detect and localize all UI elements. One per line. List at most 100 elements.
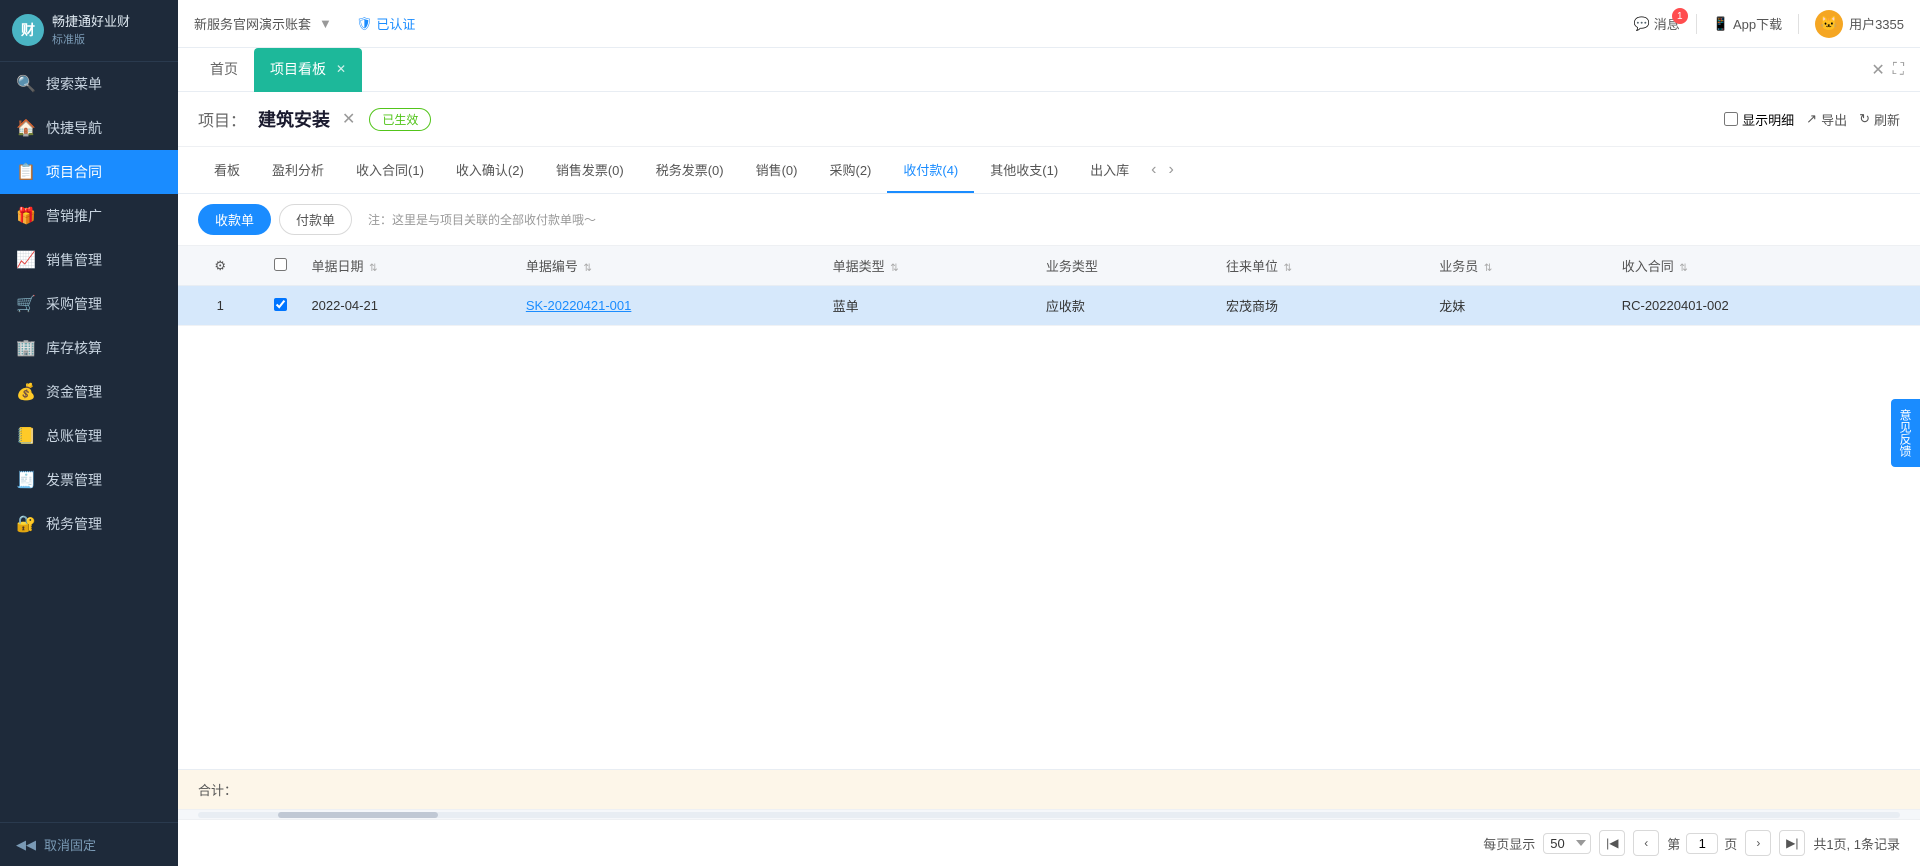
message-button[interactable]: 💬 消息 1 (1634, 14, 1680, 33)
refresh-icon: ↻ (1859, 111, 1870, 127)
close-window-icon[interactable]: ✕ (1871, 60, 1884, 80)
checkbox-col-header[interactable] (262, 246, 299, 286)
subnav-sales-invoice-label: 销售发票(0) (556, 160, 624, 179)
salesman-col-header[interactable]: 业务员 ⇅ (1427, 246, 1609, 286)
subnav-payment-label: 收付款(4) (903, 160, 958, 179)
sidebar-item-sales-mgmt[interactable]: 📈 销售管理 (0, 238, 178, 282)
counterpart-col-label: 往来单位 (1226, 259, 1278, 274)
app-download-button[interactable]: 📱 App下载 (1713, 14, 1782, 33)
sidebar-item-finance[interactable]: 💰 资金管理 (0, 370, 178, 414)
project-prefix: 项目： (198, 107, 246, 131)
main-area: 新服务官网演示账套 ▼ 🛡 已认证 💬 消息 1 📱 App下载 🐱 用户335… (178, 0, 1920, 866)
sidebar-item-quick-nav[interactable]: 🏠 快捷导航 (0, 106, 178, 150)
number-link[interactable]: SK-20220421-001 (526, 298, 632, 313)
show-detail-checkbox[interactable] (1724, 112, 1738, 126)
number-sort-icon[interactable]: ⇅ (583, 263, 591, 274)
table-row[interactable]: 1 2022-04-21 SK-20220421-001 蓝单 应收款 宏茂商场… (178, 286, 1920, 326)
counterpart-col-header[interactable]: 往来单位 ⇅ (1214, 246, 1427, 286)
biz-type-col-header: 业务类型 (1034, 246, 1214, 286)
subtab-receive[interactable]: 收款单 (198, 204, 271, 235)
subnav-tab-payment[interactable]: 收付款(4) (887, 147, 974, 193)
settings-icon[interactable]: ⚙ (214, 258, 226, 273)
project-actions: 显示明细 ↗ 导出 ↻ 刷新 (1724, 110, 1900, 129)
subtab-note: 注：这里是与项目关联的全部收付款单哦～ (368, 211, 596, 228)
page-info: 第 页 (1667, 833, 1737, 854)
tab-close-icon[interactable]: ✕ (336, 62, 346, 76)
sidebar-item-inventory[interactable]: 🏢 库存核算 (0, 326, 178, 370)
page-number-input[interactable] (1686, 833, 1718, 854)
hscroll-track[interactable] (198, 812, 1900, 818)
date-col-header[interactable]: 单据日期 ⇅ (299, 246, 513, 286)
number-col-header[interactable]: 单据编号 ⇅ (514, 246, 821, 286)
subtab-pay[interactable]: 付款单 (279, 204, 352, 235)
subnav-tab-income-confirm[interactable]: 收入确认(2) (440, 147, 540, 193)
refresh-button[interactable]: ↻ 刷新 (1859, 110, 1900, 129)
type-col-header[interactable]: 单据类型 ⇅ (821, 246, 1034, 286)
sidebar-item-search[interactable]: 🔍 搜索菜单 (0, 62, 178, 106)
subnav-prev-arrow[interactable]: ‹ (1145, 161, 1162, 179)
select-all-checkbox[interactable] (274, 258, 287, 271)
sidebar-item-label: 税务管理 (46, 514, 102, 534)
show-detail-checkbox-label[interactable]: 显示明细 (1724, 110, 1794, 129)
prev-page-button[interactable]: ‹ (1633, 830, 1659, 856)
subnav-tab-profit[interactable]: 盈利分析 (256, 147, 340, 193)
date-sort-icon[interactable]: ⇅ (369, 263, 377, 274)
type-sort-icon[interactable]: ⇅ (890, 263, 898, 274)
subnav-tab-income-contract[interactable]: 收入合同(1) (340, 147, 440, 193)
sidebar-item-label: 搜索菜单 (46, 74, 102, 94)
tax-icon: 🔐 (16, 514, 36, 534)
income-contract-col-header[interactable]: 收入合同 ⇅ (1610, 246, 1920, 286)
income-contract-sort-icon[interactable]: ⇅ (1679, 263, 1687, 274)
sidebar-item-ledger[interactable]: 📒 总账管理 (0, 414, 178, 458)
total-row: 合计： (178, 769, 1920, 809)
salesman-sort-icon[interactable]: ⇅ (1484, 263, 1492, 274)
row-checkbox-cell[interactable] (262, 286, 299, 326)
biz-type-cell: 应收款 (1034, 286, 1214, 326)
subnav-tab-purchase[interactable]: 采购(2) (813, 147, 887, 193)
subnav-tab-sales-invoice[interactable]: 销售发票(0) (540, 147, 640, 193)
home-icon: 🏠 (16, 118, 36, 138)
app-logo: 财 (12, 14, 44, 46)
hscroll-thumb[interactable] (278, 812, 438, 818)
subnav-next-arrow[interactable]: › (1163, 161, 1180, 179)
sidebar-item-purchase-mgmt[interactable]: 🛒 采购管理 (0, 282, 178, 326)
expand-window-icon[interactable]: ⛶ (1893, 61, 1904, 79)
row-checkbox[interactable] (274, 298, 287, 311)
subnav-tab-warehouse[interactable]: 出入库 (1074, 147, 1145, 193)
tab-home[interactable]: 首页 (194, 48, 254, 92)
subnav-tab-other-expense[interactable]: 其他收支(1) (974, 147, 1074, 193)
export-button[interactable]: ↗ 导出 (1806, 110, 1847, 129)
user-button[interactable]: 🐱 用户3355 (1815, 10, 1904, 38)
table-wrap: ⚙ 单据日期 ⇅ 单据编号 ⇅ (178, 246, 1920, 769)
certified-label: 已认证 (376, 14, 415, 33)
sidebar-item-invoice-mgmt[interactable]: 🧾 发票管理 (0, 458, 178, 502)
tab-project-board[interactable]: 项目看板 ✕ (254, 48, 362, 92)
sidebar-unpin-button[interactable]: ◀◀ 取消固定 (0, 822, 178, 866)
feedback-tab[interactable]: 意见反馈 (1891, 399, 1920, 467)
ledger-icon: 📒 (16, 426, 36, 446)
subnav-tab-kanban[interactable]: 看板 (198, 147, 256, 193)
next-page-button[interactable]: › (1745, 830, 1771, 856)
dropdown-icon[interactable]: ▼ (319, 16, 332, 31)
date-col-label: 单据日期 (311, 259, 363, 274)
user-label: 用户3355 (1849, 14, 1904, 33)
sidebar-item-label: 发票管理 (46, 470, 102, 490)
first-page-button[interactable]: |◀ (1599, 830, 1625, 856)
subnav-warehouse-label: 出入库 (1090, 160, 1129, 179)
subnav-tab-sales[interactable]: 销售(0) (740, 147, 814, 193)
sidebar-item-project-contract[interactable]: 📋 项目合同 (0, 150, 178, 194)
subnav-income-contract-label: 收入合同(1) (356, 160, 424, 179)
hscroll-area[interactable] (178, 809, 1920, 819)
type-cell: 蓝单 (821, 286, 1034, 326)
last-page-button[interactable]: ▶| (1779, 830, 1805, 856)
counterpart-sort-icon[interactable]: ⇅ (1284, 263, 1292, 274)
more-options-icon[interactable]: ✕ (342, 109, 357, 129)
subnav: 看板 盈利分析 收入合同(1) 收入确认(2) 销售发票(0) 税务发票(0) … (178, 147, 1920, 194)
sidebar-item-marketing[interactable]: 🎁 营销推广 (0, 194, 178, 238)
sidebar-item-tax-mgmt[interactable]: 🔐 税务管理 (0, 502, 178, 546)
settings-col-header[interactable]: ⚙ (178, 246, 262, 286)
page-size-select[interactable]: 50 100 200 (1543, 833, 1591, 854)
subnav-tab-tax-invoice[interactable]: 税务发票(0) (640, 147, 740, 193)
page-size-label: 每页显示 (1483, 834, 1535, 853)
number-cell[interactable]: SK-20220421-001 (514, 286, 821, 326)
